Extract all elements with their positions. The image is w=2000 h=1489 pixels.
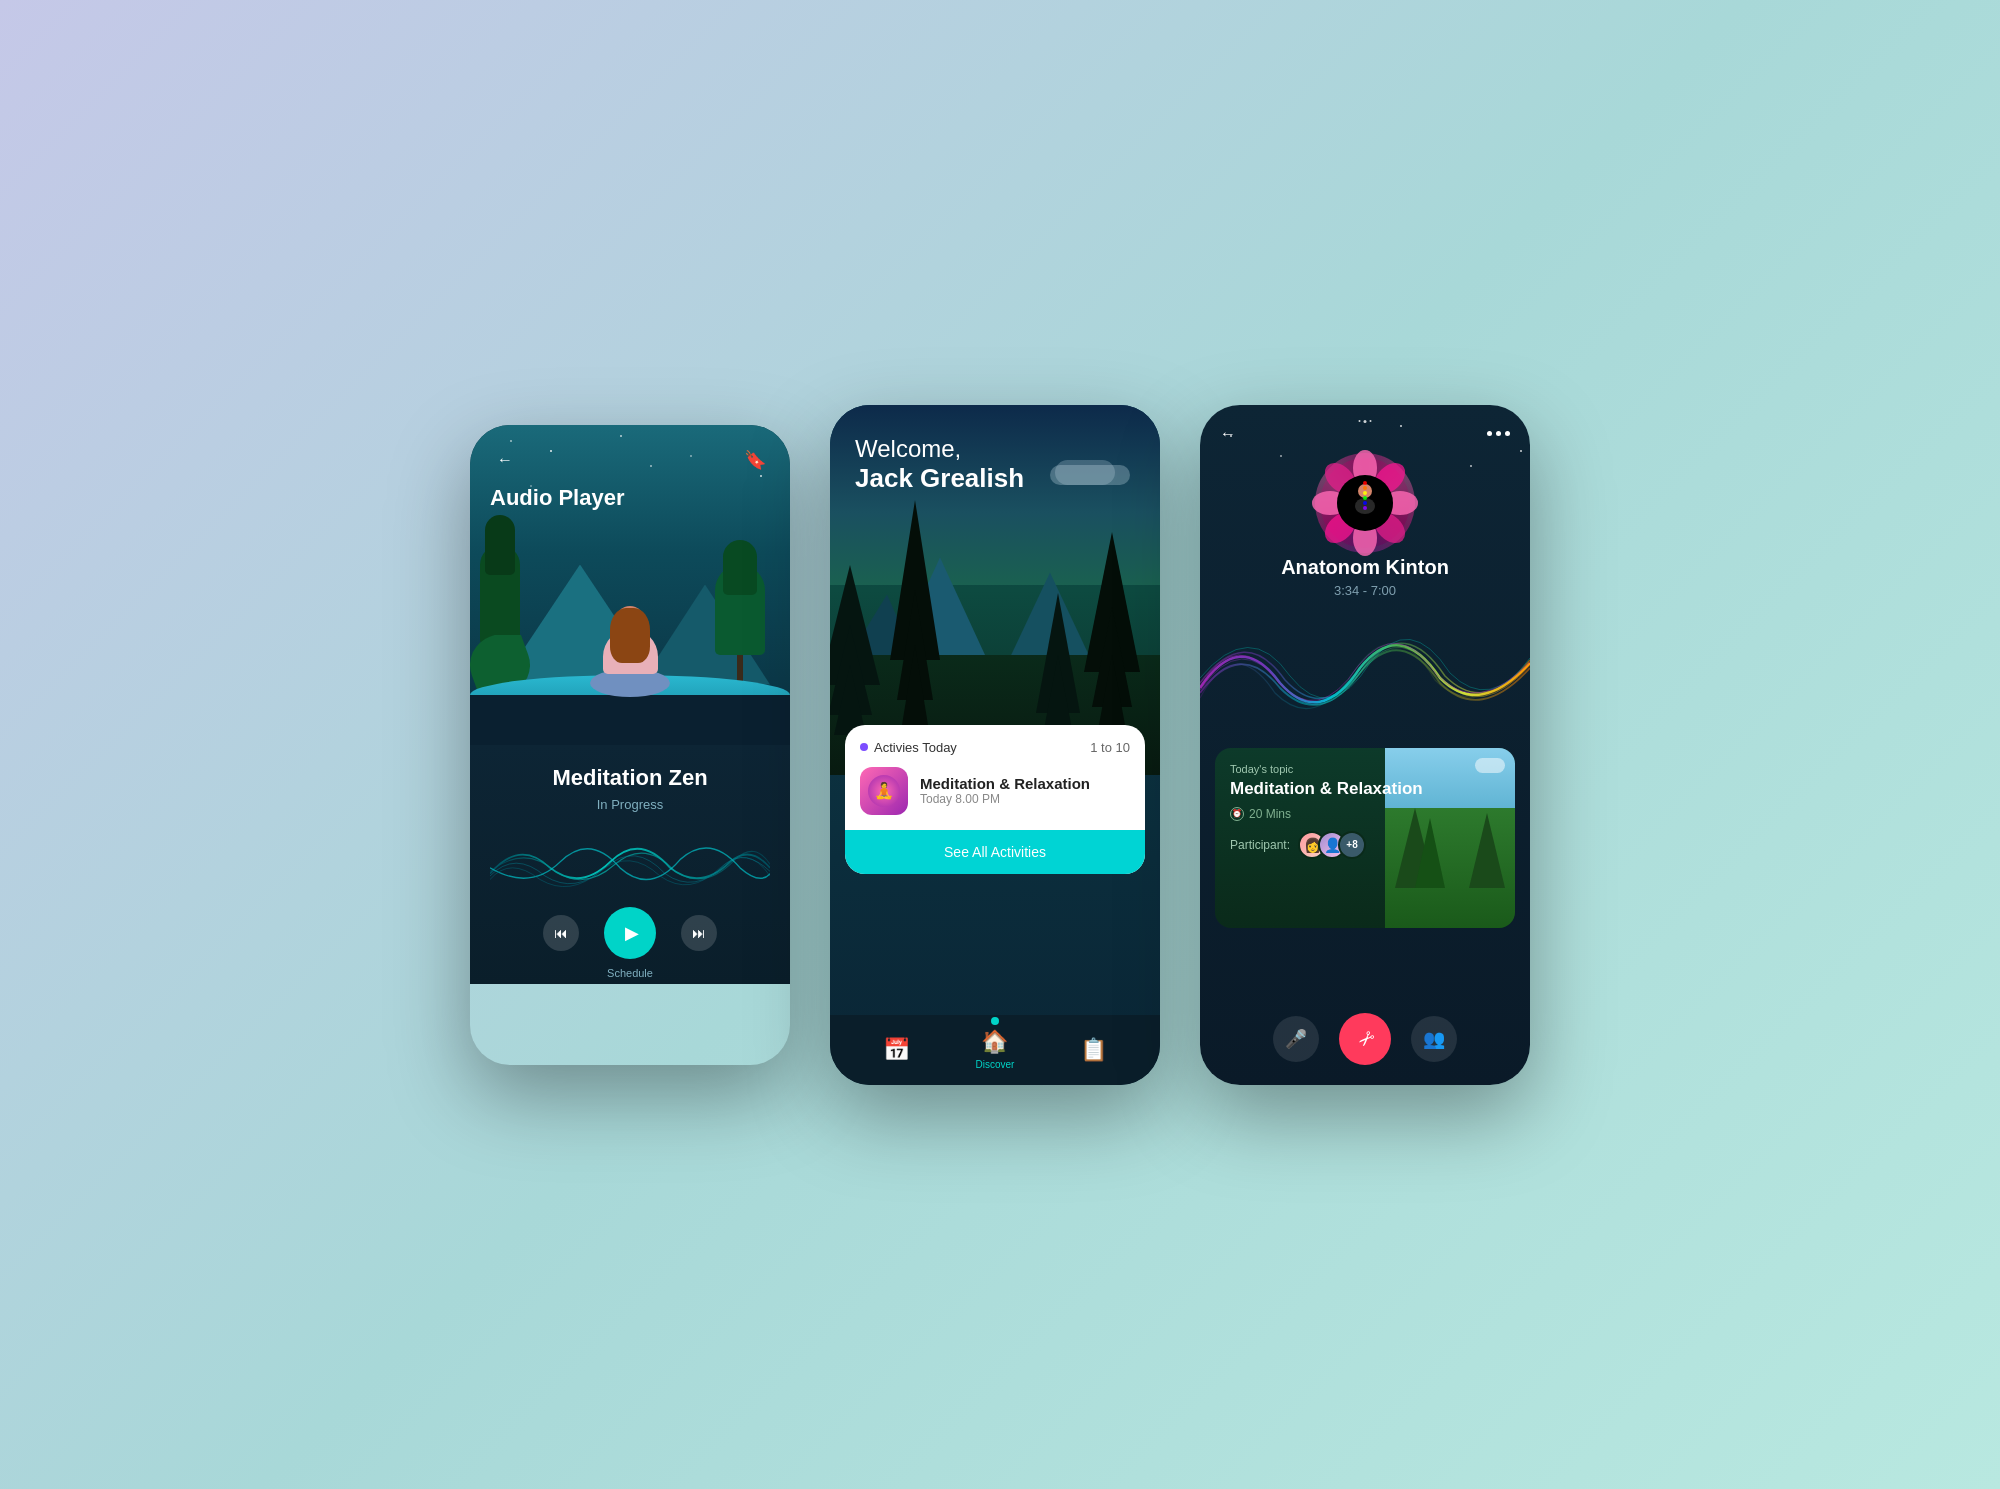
back-arrow-icon: ← [497,451,513,469]
svg-point-12 [1363,486,1367,490]
notes-icon: 📋 [1080,1037,1107,1063]
session-time-range: 3:34 - 7:00 [1200,583,1530,598]
user-name: Jack Grealish [855,463,1024,494]
activity-time: Today 8.00 PM [920,792,1090,806]
svg-point-14 [1363,496,1367,500]
nav-discover[interactable]: 🏠 Discover [976,1029,1015,1070]
calendar-icon: 📅 [883,1037,910,1063]
end-call-icon: ✂ [1351,1024,1380,1053]
bookmark-button[interactable]: 🔖 [740,445,770,475]
color-wave-visualization [1200,608,1530,738]
wave-visualization [490,827,770,897]
svg-point-15 [1363,501,1367,505]
phone-discover: Welcome, Jack Grealish Activies Today 1 … [830,405,1160,1085]
mic-button[interactable]: 🎤 [1273,1016,1319,1062]
clock-icon: ⏰ [1230,807,1244,821]
activity-info: Meditation & Relaxation Today 8.00 PM [920,775,1090,806]
home-icon: 🏠 [981,1029,1008,1055]
activity-dot [860,743,868,751]
welcome-greeting: Welcome, [855,435,1024,463]
prev-button[interactable]: ⏮ [543,915,579,951]
session-top-bar: ← [1200,405,1530,453]
participant-avatars: 👩 👤 +8 [1298,831,1366,859]
play-button[interactable]: ▶ [604,907,656,959]
phone-audio-player: ← 🔖 Audio Player [470,425,790,1065]
track-title: Meditation Zen [490,765,770,791]
discover-label: Discover [976,1059,1015,1070]
session-info-card: Today's topic Meditation & Relaxation ⏰ … [1215,748,1515,928]
back-arrow-icon: ← [1220,425,1236,442]
participant-count: +8 [1338,831,1366,859]
svg-point-11 [1363,481,1367,485]
people-icon: 👥 [1423,1028,1445,1050]
activity-icon: 🧘 [860,767,908,815]
svg-point-16 [1363,506,1367,510]
session-controls: 🎤 ✂ 👥 [1200,1013,1530,1065]
player-controls: ⏮ ▶ ⏭ [490,907,770,959]
track-status: In Progress [490,797,770,812]
activity-today-label: Activies Today [874,740,957,755]
today-topic-label: Today's topic [1230,763,1500,775]
bookmark-icon: 🔖 [744,449,766,471]
mic-icon: 🎤 [1285,1028,1307,1050]
activity-count: 1 to 10 [1090,740,1130,755]
next-icon: ⏭ [692,925,706,941]
activity-item: 🧘 Meditation & Relaxation Today 8.00 PM [860,767,1130,815]
see-all-button[interactable]: See All Activities [845,830,1145,874]
participant-row: Participant: 👩 👤 +8 [1230,831,1500,859]
page-title: Audio Player [490,485,624,511]
next-button[interactable]: ⏭ [681,915,717,951]
participant-label: Participant: [1230,838,1290,852]
people-button[interactable]: 👥 [1411,1016,1457,1062]
lotus-icon [1310,448,1420,558]
phone-session: ← [1200,405,1530,1085]
bottom-navigation: 📅 🏠 Discover 📋 [830,1015,1160,1085]
topic-title: Meditation & Relaxation [1230,779,1500,799]
play-icon: ▶ [625,922,639,944]
welcome-header: Welcome, Jack Grealish [855,435,1024,494]
nav-notes[interactable]: 📋 [1080,1037,1107,1063]
session-avatar-container [1200,458,1530,548]
nav-calendar[interactable]: 📅 [883,1037,910,1063]
session-name: Anatonom Kinton [1200,556,1530,579]
activity-title: Meditation & Relaxation [920,775,1090,792]
activity-card: Activies Today 1 to 10 🧘 Meditation & Re… [845,725,1145,874]
schedule-label: Schedule [490,967,770,979]
more-options-button[interactable] [1487,431,1510,436]
end-call-button[interactable]: ✂ [1339,1013,1391,1065]
session-duration: ⏰ 20 Mins [1230,807,1500,821]
back-button[interactable]: ← [490,445,520,475]
prev-icon: ⏮ [554,925,568,941]
back-button[interactable]: ← [1220,425,1236,443]
svg-point-13 [1363,491,1367,495]
